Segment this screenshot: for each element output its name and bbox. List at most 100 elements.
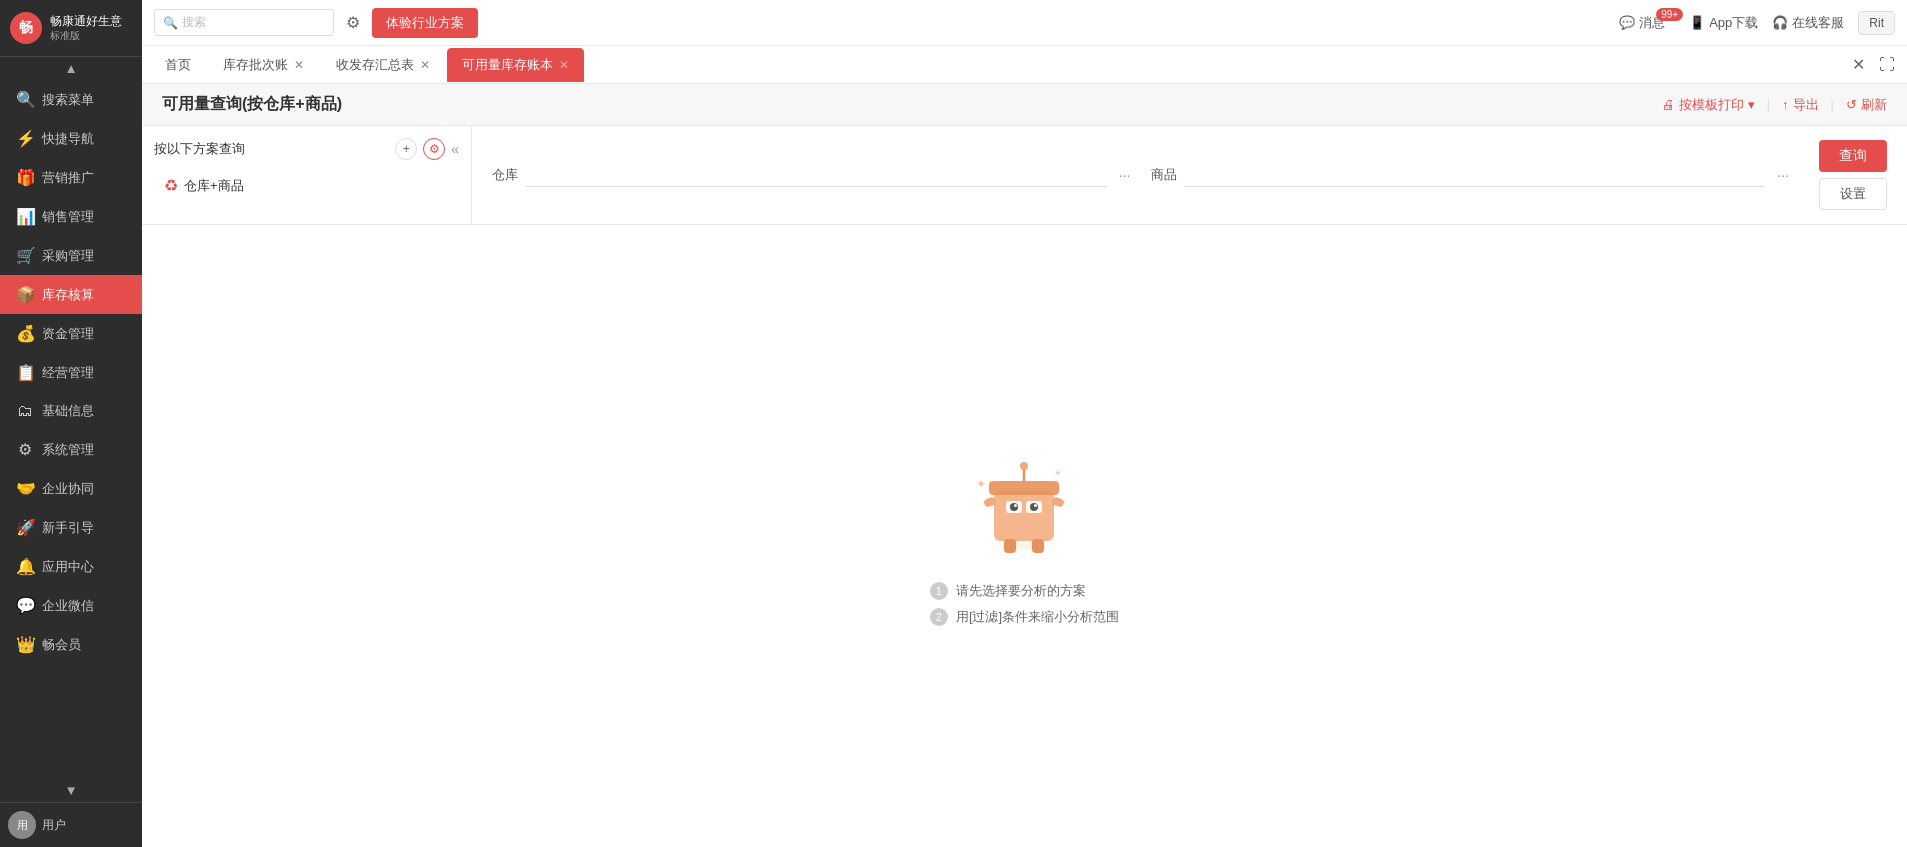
- top-bar-right: 💬 消息 99+ 📱 App下载 🎧 在线客服 Rit: [1619, 11, 1895, 35]
- tabs-close-button[interactable]: ✕: [1848, 51, 1869, 78]
- sidebar-item-label: 资金管理: [42, 325, 94, 343]
- main-content: ✦ ✦ 1 请先选择要分析的方案 2 用[过滤]条件来缩小分析范围: [142, 224, 1907, 847]
- tab-summary[interactable]: 收发存汇总表 ✕: [321, 48, 445, 82]
- sidebar: 畅 畅康通好生意 标准版 ▲ 🔍 搜索菜单 ⚡ 快捷导航 🎁 营销推广 📊 销售…: [0, 0, 142, 847]
- svg-rect-12: [1032, 539, 1044, 553]
- export-button[interactable]: ↑ 导出: [1782, 96, 1819, 114]
- sidebar-item-marketing[interactable]: 🎁 营销推广: [0, 158, 142, 197]
- sidebar-item-label: 搜索菜单: [42, 91, 94, 109]
- tabs-actions: ✕ ⛶: [1848, 51, 1899, 78]
- messages-badge: 99+: [1656, 8, 1683, 21]
- collapse-panel-button[interactable]: «: [451, 141, 459, 157]
- sidebar-item-newbie[interactable]: 🚀 新手引导: [0, 508, 142, 547]
- goods-input[interactable]: [1185, 163, 1766, 187]
- appstore-icon: 🔔: [16, 557, 34, 576]
- sidebar-item-sales[interactable]: 📊 销售管理: [0, 197, 142, 236]
- sidebar-nav: 🔍 搜索菜单 ⚡ 快捷导航 🎁 营销推广 📊 销售管理 🛒 采购管理 📦 库存核…: [0, 80, 142, 779]
- sidebar-item-system[interactable]: ⚙ 系统管理: [0, 430, 142, 469]
- empty-illustration: ✦ ✦: [964, 446, 1084, 566]
- svg-point-6: [1030, 503, 1038, 511]
- goods-more-button[interactable]: ···: [1773, 167, 1793, 183]
- tab-close-summary[interactable]: ✕: [420, 58, 430, 72]
- sidebar-item-operation[interactable]: 📋 经营管理: [0, 353, 142, 392]
- online-service-button[interactable]: 🎧 在线客服: [1772, 14, 1844, 32]
- svg-rect-1: [994, 491, 1054, 541]
- warehouse-input[interactable]: [526, 163, 1107, 187]
- purchase-icon: 🛒: [16, 246, 34, 265]
- sidebar-item-finance[interactable]: 💰 资金管理: [0, 314, 142, 353]
- sidebar-item-appstore[interactable]: 🔔 应用中心: [0, 547, 142, 586]
- sidebar-item-member[interactable]: 👑 畅会员: [0, 625, 142, 664]
- sidebar-item-inventory[interactable]: 📦 库存核算: [0, 275, 142, 314]
- scheme-panel: 按以下方案查询 + ⚙ « ♻ 仓库+商品: [142, 126, 472, 224]
- page-title: 可用量查询(按仓库+商品): [162, 94, 342, 115]
- tab-available[interactable]: 可用量库存账本 ✕: [447, 48, 584, 82]
- trial-industry-button[interactable]: 体验行业方案: [372, 8, 478, 38]
- sidebar-footer[interactable]: 用 用户: [0, 802, 142, 847]
- gear-icon[interactable]: ⚙: [342, 9, 364, 36]
- refresh-button[interactable]: ↺ 刷新: [1846, 96, 1887, 114]
- shortcut-icon: ⚡: [16, 129, 34, 148]
- main-area: 🔍 搜索 ⚙ 体验行业方案 💬 消息 99+ 📱 App下载 🎧 在线客服 Ri…: [142, 0, 1907, 847]
- content-area: 可用量查询(按仓库+商品) 🖨 按模板打印 ▾ | ↑ 导出 | ↺ 刷新: [142, 84, 1907, 847]
- filter-row: 仓库 ··· 商品 ··· 查询 设置: [492, 140, 1887, 210]
- app-logo: 畅: [10, 12, 42, 44]
- sidebar-item-shortcut[interactable]: ⚡ 快捷导航: [0, 119, 142, 158]
- search-icon: 🔍: [16, 90, 34, 109]
- tab-label: 首页: [165, 56, 191, 74]
- print-label: 按模板打印: [1679, 96, 1744, 114]
- search-placeholder: 搜索: [182, 14, 206, 31]
- settings-button[interactable]: 设置: [1819, 178, 1887, 210]
- scheme-icon: ♻: [164, 176, 178, 195]
- tabs-maximize-button[interactable]: ⛶: [1875, 52, 1899, 78]
- tab-home[interactable]: 首页: [150, 48, 206, 82]
- search-box[interactable]: 🔍 搜索: [154, 9, 334, 36]
- goods-field: 商品 ···: [1151, 163, 1794, 187]
- tab-label: 收发存汇总表: [336, 56, 414, 74]
- tab-label: 库存批次账: [223, 56, 288, 74]
- user-name: Rit: [1869, 16, 1884, 30]
- app-name: 畅康通好生意: [50, 13, 122, 30]
- sidebar-item-label: 营销推广: [42, 169, 94, 187]
- tab-close-available[interactable]: ✕: [559, 58, 569, 72]
- refresh-label: 刷新: [1861, 96, 1887, 114]
- basic-icon: 🗂: [16, 402, 34, 420]
- sidebar-item-basic[interactable]: 🗂 基础信息: [0, 392, 142, 430]
- app-download-button[interactable]: 📱 App下载: [1689, 14, 1758, 32]
- settings-scheme-button[interactable]: ⚙: [423, 138, 445, 160]
- sidebar-item-wechat[interactable]: 💬 企业微信: [0, 586, 142, 625]
- operation-icon: 📋: [16, 363, 34, 382]
- warehouse-field: 仓库 ···: [492, 163, 1135, 187]
- sidebar-item-purchase[interactable]: 🛒 采购管理: [0, 236, 142, 275]
- page-header: 可用量查询(按仓库+商品) 🖨 按模板打印 ▾ | ↑ 导出 | ↺ 刷新: [142, 84, 1907, 126]
- scheme-label: 仓库+商品: [184, 177, 244, 195]
- empty-tip-2-text: 用[过滤]条件来缩小分析范围: [956, 608, 1119, 626]
- export-label: 导出: [1793, 96, 1819, 114]
- tab-batch[interactable]: 库存批次账 ✕: [208, 48, 319, 82]
- sidebar-item-search[interactable]: 🔍 搜索菜单: [0, 80, 142, 119]
- sidebar-item-label: 企业微信: [42, 597, 94, 615]
- sidebar-username: 用户: [42, 817, 66, 834]
- svg-text:✦: ✦: [976, 477, 986, 491]
- top-bar: 🔍 搜索 ⚙ 体验行业方案 💬 消息 99+ 📱 App下载 🎧 在线客服 Ri…: [142, 0, 1907, 46]
- user-account-button[interactable]: Rit: [1858, 11, 1895, 35]
- scheme-item-warehouse-goods[interactable]: ♻ 仓库+商品: [154, 170, 459, 201]
- system-icon: ⚙: [16, 440, 34, 459]
- print-button[interactable]: 🖨 按模板打印 ▾: [1662, 96, 1755, 114]
- svg-rect-11: [1004, 539, 1016, 553]
- sidebar-user: 用 用户: [8, 811, 66, 839]
- sidebar-scroll-down[interactable]: ▼: [0, 779, 142, 802]
- sidebar-item-enterprise[interactable]: 🤝 企业协同: [0, 469, 142, 508]
- messages-button[interactable]: 💬 消息 99+: [1619, 14, 1675, 32]
- warehouse-more-button[interactable]: ···: [1115, 167, 1135, 183]
- tab-close-batch[interactable]: ✕: [294, 58, 304, 72]
- sidebar-scroll-up[interactable]: ▲: [0, 57, 142, 80]
- query-button[interactable]: 查询: [1819, 140, 1887, 172]
- add-scheme-button[interactable]: +: [395, 138, 417, 160]
- app-version: 标准版: [50, 29, 122, 43]
- sidebar-item-label: 新手引导: [42, 519, 94, 537]
- empty-tips: 1 请先选择要分析的方案 2 用[过滤]条件来缩小分析范围: [930, 582, 1119, 626]
- sidebar-item-label: 企业协同: [42, 480, 94, 498]
- newbie-icon: 🚀: [16, 518, 34, 537]
- sidebar-item-label: 应用中心: [42, 558, 94, 576]
